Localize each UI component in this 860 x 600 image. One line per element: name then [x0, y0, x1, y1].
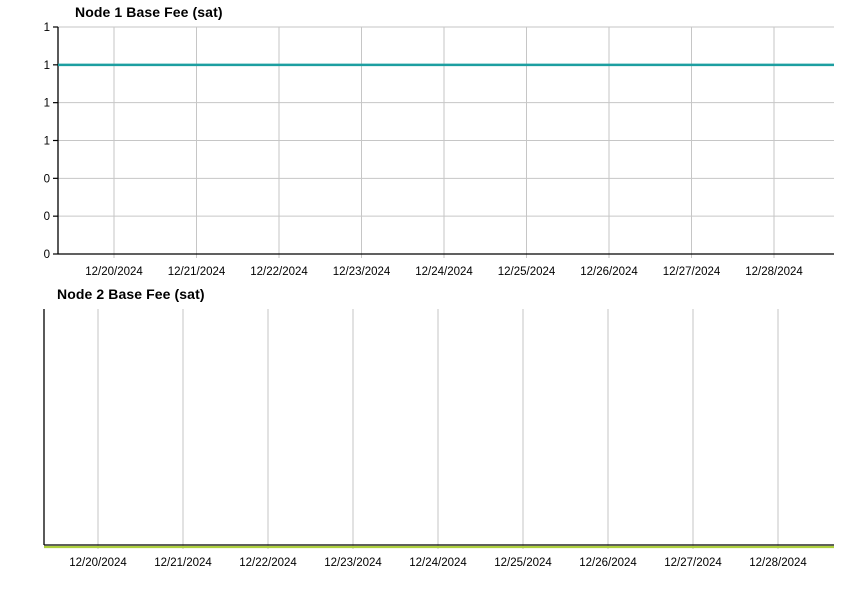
node2-x-tick-label: 12/26/2024 — [579, 557, 637, 569]
node2-x-tick-label: 12/25/2024 — [494, 557, 552, 569]
node2-x-tick-label: 12/22/2024 — [239, 557, 297, 569]
node1-x-tick-label: 12/28/2024 — [745, 266, 803, 278]
node1-x-tick-label: 12/24/2024 — [415, 266, 473, 278]
node1-y-tick-label: 1 — [44, 98, 50, 110]
node2-x-tick-label: 12/27/2024 — [664, 557, 722, 569]
node2-x-tick-label: 12/20/2024 — [69, 557, 127, 569]
node1-x-tick-label: 12/25/2024 — [498, 266, 556, 278]
node2-x-tick-label: 12/28/2024 — [749, 557, 807, 569]
node1-y-tick-label: 1 — [44, 136, 50, 148]
node1-x-tick-label: 12/20/2024 — [85, 266, 143, 278]
node1-x-tick-label: 12/23/2024 — [333, 266, 391, 278]
dual-chart-panel: Node 1 Base Fee (sat) Node 2 Base Fee (s… — [0, 0, 860, 600]
node2-x-tick-label: 12/24/2024 — [409, 557, 467, 569]
node1-x-tick-label: 12/21/2024 — [168, 266, 226, 278]
node1-y-tick-label: 1 — [44, 60, 50, 72]
node1-x-tick-label: 12/22/2024 — [250, 266, 308, 278]
node2-x-tick-label: 12/23/2024 — [324, 557, 382, 569]
node1-y-tick-label: 0 — [44, 173, 50, 185]
node1-y-tick-label: 1 — [44, 22, 50, 34]
charts-canvas: 1 1 1 1 0 0 0 12/20/2024 12/21/2024 12/22/2024 12/… — [0, 0, 860, 600]
node2-x-tick-label: 12/21/2024 — [154, 557, 212, 569]
node1-x-tick-label: 12/26/2024 — [580, 266, 638, 278]
node1-y-tick-label: 0 — [44, 249, 50, 261]
node1-x-tick-label: 12/27/2024 — [663, 266, 721, 278]
node1-y-tick-label: 0 — [44, 211, 50, 223]
